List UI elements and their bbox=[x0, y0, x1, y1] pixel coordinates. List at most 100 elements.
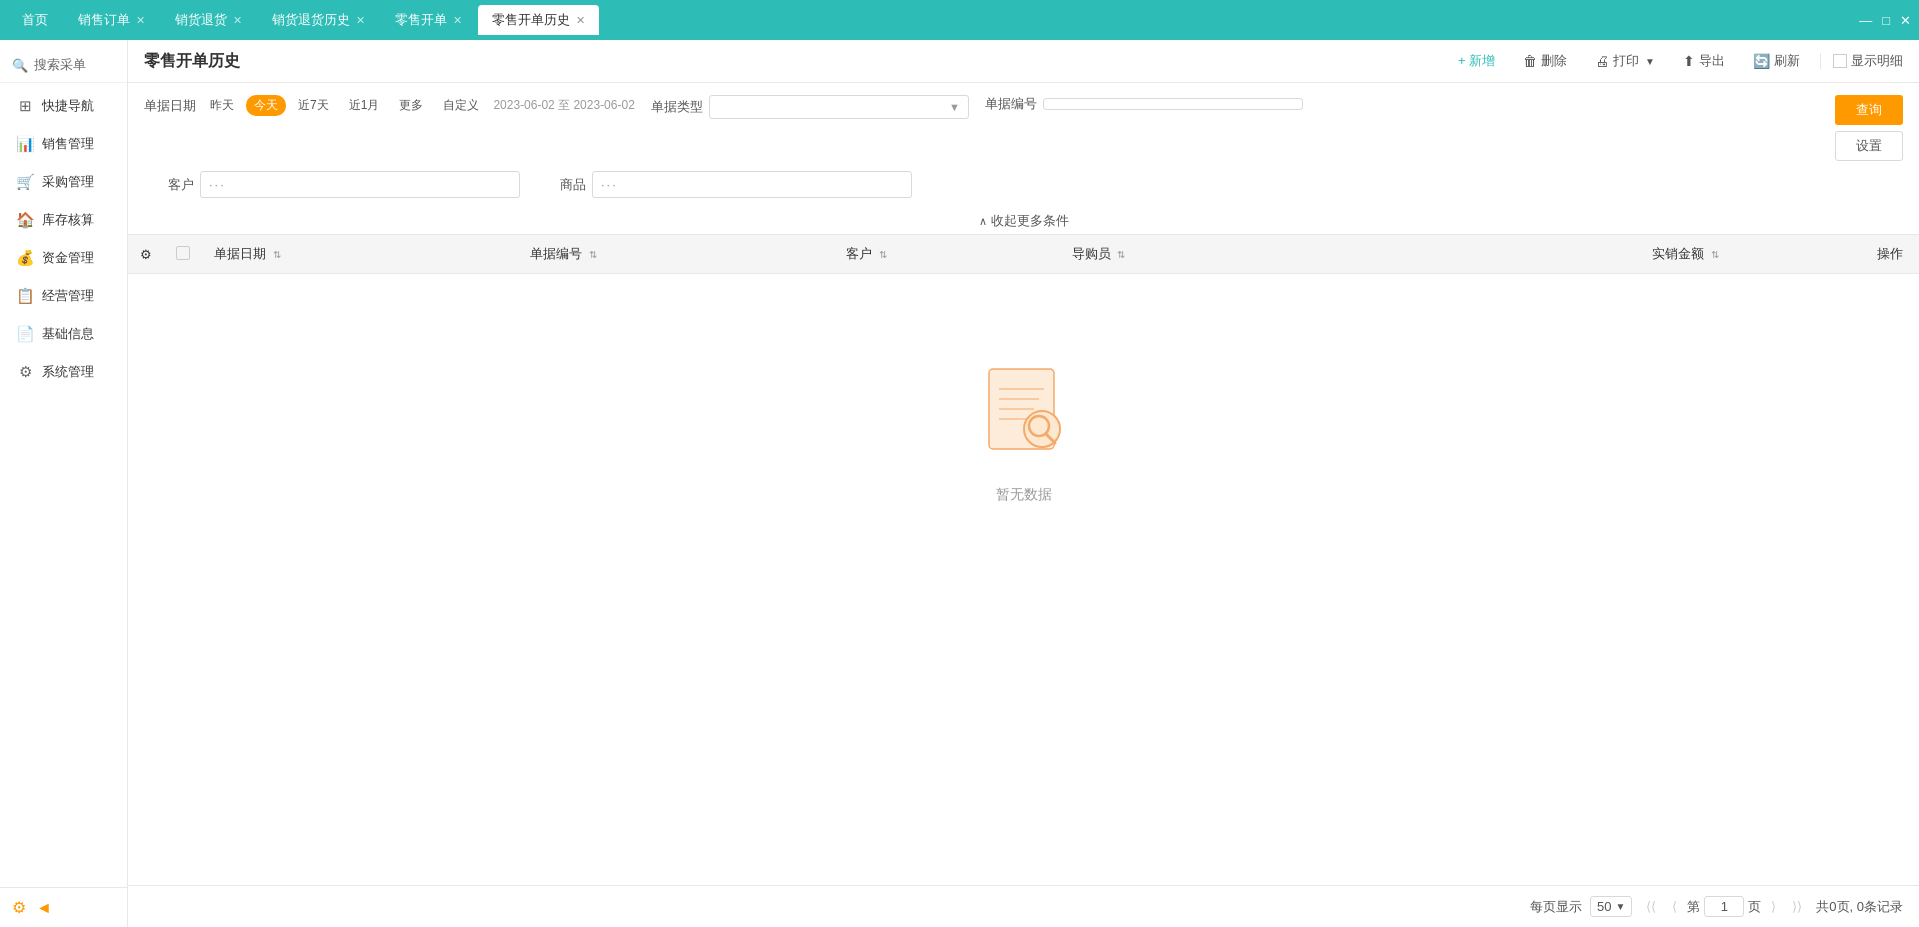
show-detail-toggle[interactable]: 显示明细 bbox=[1833, 52, 1903, 70]
tab-home[interactable]: 首页 bbox=[8, 5, 62, 35]
page-next-btn[interactable]: ⟩ bbox=[1765, 897, 1782, 916]
refresh-icon: 🔄 bbox=[1753, 53, 1770, 69]
sidebar-item-quick-nav[interactable]: ⊞ 快捷导航 bbox=[0, 87, 127, 125]
sidebar-item-basic-info[interactable]: 📄 基础信息 bbox=[0, 315, 127, 353]
sys-mgmt-icon: ⚙ bbox=[16, 363, 34, 381]
empty-text: 暂无数据 bbox=[996, 486, 1052, 504]
doc-number-input[interactable] bbox=[1043, 98, 1303, 110]
print-icon: 🖨 bbox=[1595, 53, 1609, 69]
sidebar-item-inventory[interactable]: 🏠 库存核算 bbox=[0, 201, 127, 239]
pagination-nav: ⟨⟨ ⟨ 第 页 ⟩ ⟩⟩ bbox=[1640, 896, 1808, 917]
goods-input[interactable]: ··· bbox=[592, 171, 912, 198]
tab-sales-order[interactable]: 销售订单 ✕ bbox=[64, 5, 159, 35]
sidebar-bottom: ⚙ ◄ bbox=[0, 887, 127, 927]
toolbar-actions: + 新增 🗑 删除 🖨 打印 ▼ ⬆ 导出 🔄 刷新 bbox=[1450, 48, 1903, 74]
page-input[interactable] bbox=[1704, 896, 1744, 917]
toolbar-divider bbox=[1820, 53, 1821, 69]
date-today-btn[interactable]: 今天 bbox=[246, 95, 286, 116]
refresh-button[interactable]: 🔄 刷新 bbox=[1745, 48, 1808, 74]
per-page-value: 50 bbox=[1597, 899, 1611, 914]
content-toolbar: 零售开单历史 + 新增 🗑 删除 🖨 打印 ▼ ⬆ 导出 bbox=[128, 40, 1919, 83]
sidebar-item-sys-mgmt[interactable]: ⚙ 系统管理 bbox=[0, 353, 127, 391]
page-title: 零售开单历史 bbox=[144, 51, 240, 72]
date-yesterday-btn[interactable]: 昨天 bbox=[202, 95, 242, 116]
empty-state-row: 暂无数据 bbox=[128, 274, 1919, 585]
empty-illustration bbox=[964, 354, 1084, 474]
page-suffix: 页 bbox=[1748, 898, 1761, 916]
customer-input[interactable]: ··· bbox=[200, 171, 520, 198]
tab-retail-open-history[interactable]: 零售开单历史 ✕ bbox=[478, 5, 599, 35]
th-guide[interactable]: 导购员 ⇅ bbox=[1060, 235, 1331, 274]
header-checkbox[interactable] bbox=[176, 246, 190, 260]
print-dropdown-icon[interactable]: ▼ bbox=[1645, 56, 1655, 67]
tab-retail-open[interactable]: 零售开单 ✕ bbox=[381, 5, 476, 35]
sort-date-icon: ⇅ bbox=[273, 249, 281, 260]
basic-info-icon: 📄 bbox=[16, 325, 34, 343]
settings-gear-icon[interactable]: ⚙ bbox=[12, 898, 26, 917]
date-custom-btn[interactable]: 自定义 bbox=[435, 95, 487, 116]
per-page-arrow-icon: ▼ bbox=[1615, 901, 1625, 912]
content-area: 零售开单历史 + 新增 🗑 删除 🖨 打印 ▼ ⬆ 导出 bbox=[128, 40, 1919, 927]
add-button[interactable]: + 新增 bbox=[1450, 48, 1503, 74]
th-customer[interactable]: 客户 ⇅ bbox=[834, 235, 1059, 274]
sort-amount-icon: ⇅ bbox=[1711, 249, 1719, 260]
th-spacer bbox=[1331, 235, 1415, 274]
export-button[interactable]: ⬆ 导出 bbox=[1675, 48, 1733, 74]
close-tab-sales-return[interactable]: ✕ bbox=[233, 14, 242, 27]
th-number[interactable]: 单据编号 ⇅ bbox=[518, 235, 834, 274]
th-action: 操作 bbox=[1731, 235, 1919, 274]
sidebar: 🔍 搜索采单 ⊞ 快捷导航 📊 销售管理 🛒 采购管理 🏠 库存核算 💰 资金管… bbox=[0, 40, 128, 927]
date-1month-btn[interactable]: 近1月 bbox=[341, 95, 388, 116]
sidebar-item-purchase-mgmt[interactable]: 🛒 采购管理 bbox=[0, 163, 127, 201]
delete-button[interactable]: 🗑 删除 bbox=[1515, 48, 1575, 74]
page-total: 共0页, 0条记录 bbox=[1816, 898, 1903, 916]
sidebar-collapse-btn[interactable]: ◄ bbox=[36, 899, 52, 917]
data-table: ⚙ 单据日期 ⇅ 单据编号 ⇅ 客户 bbox=[128, 235, 1919, 584]
th-checkbox[interactable] bbox=[164, 235, 202, 274]
window-maximize[interactable]: □ bbox=[1882, 13, 1890, 28]
filter-section: 单据日期 昨天 今天 近7天 近1月 更多 自定义 2023-06-02 至 2… bbox=[128, 83, 1919, 235]
per-page-select[interactable]: 50 ▼ bbox=[1590, 896, 1632, 917]
table-body: 暂无数据 bbox=[128, 274, 1919, 585]
th-settings[interactable]: ⚙ bbox=[128, 235, 164, 274]
date-label: 单据日期 bbox=[144, 97, 196, 115]
close-tab-sales-order[interactable]: ✕ bbox=[136, 14, 145, 27]
settings-button[interactable]: 设置 bbox=[1835, 131, 1903, 161]
query-button[interactable]: 查询 bbox=[1835, 95, 1903, 125]
close-tab-retail-open-history[interactable]: ✕ bbox=[576, 14, 585, 27]
main-layout: 🔍 搜索采单 ⊞ 快捷导航 📊 销售管理 🛒 采购管理 🏠 库存核算 💰 资金管… bbox=[0, 40, 1919, 927]
show-detail-checkbox[interactable] bbox=[1833, 54, 1847, 68]
tab-sales-return[interactable]: 销货退货 ✕ bbox=[161, 5, 256, 35]
close-tab-sales-return-history[interactable]: ✕ bbox=[356, 14, 365, 27]
window-minimize[interactable]: — bbox=[1859, 13, 1872, 28]
date-7days-btn[interactable]: 近7天 bbox=[290, 95, 337, 116]
close-tab-retail-open[interactable]: ✕ bbox=[453, 14, 462, 27]
th-date[interactable]: 单据日期 ⇅ bbox=[202, 235, 518, 274]
page-prev-btn[interactable]: ⟨ bbox=[1666, 897, 1683, 916]
page-first-btn[interactable]: ⟨⟨ bbox=[1640, 897, 1662, 916]
sidebar-search[interactable]: 🔍 搜索采单 bbox=[0, 48, 127, 83]
sidebar-item-sales-mgmt[interactable]: 📊 销售管理 bbox=[0, 125, 127, 163]
collapse-filter-button[interactable]: ∧ 收起更多条件 bbox=[144, 212, 1903, 230]
customer-label: 客户 bbox=[144, 176, 194, 194]
operations-icon: 📋 bbox=[16, 287, 34, 305]
table-header: ⚙ 单据日期 ⇅ 单据编号 ⇅ 客户 bbox=[128, 235, 1919, 274]
tab-bar: 首页 销售订单 ✕ 销货退货 ✕ 销货退货历史 ✕ 零售开单 ✕ 零售开单历史 … bbox=[0, 0, 1919, 40]
sidebar-item-operations[interactable]: 📋 经营管理 bbox=[0, 277, 127, 315]
doc-number-label: 单据编号 bbox=[985, 95, 1037, 113]
date-more-btn[interactable]: 更多 bbox=[391, 95, 431, 116]
query-settings-col: 查询 设置 bbox=[1835, 95, 1903, 161]
doc-type-select[interactable]: ▼ bbox=[709, 95, 969, 119]
sidebar-item-finance[interactable]: 💰 资金管理 bbox=[0, 239, 127, 277]
export-icon: ⬆ bbox=[1683, 53, 1695, 69]
doc-type-arrow-icon: ▼ bbox=[949, 101, 960, 113]
inventory-icon: 🏠 bbox=[16, 211, 34, 229]
print-button[interactable]: 🖨 打印 ▼ bbox=[1587, 48, 1663, 74]
window-close[interactable]: ✕ bbox=[1900, 13, 1911, 28]
tab-sales-return-history[interactable]: 销货退货历史 ✕ bbox=[258, 5, 379, 35]
doc-type-label: 单据类型 bbox=[651, 98, 703, 116]
th-amount[interactable]: 实销金额 ⇅ bbox=[1414, 235, 1730, 274]
page-last-btn[interactable]: ⟩⟩ bbox=[1786, 897, 1808, 916]
table-container: ⚙ 单据日期 ⇅ 单据编号 ⇅ 客户 bbox=[128, 235, 1919, 885]
finance-icon: 💰 bbox=[16, 249, 34, 267]
